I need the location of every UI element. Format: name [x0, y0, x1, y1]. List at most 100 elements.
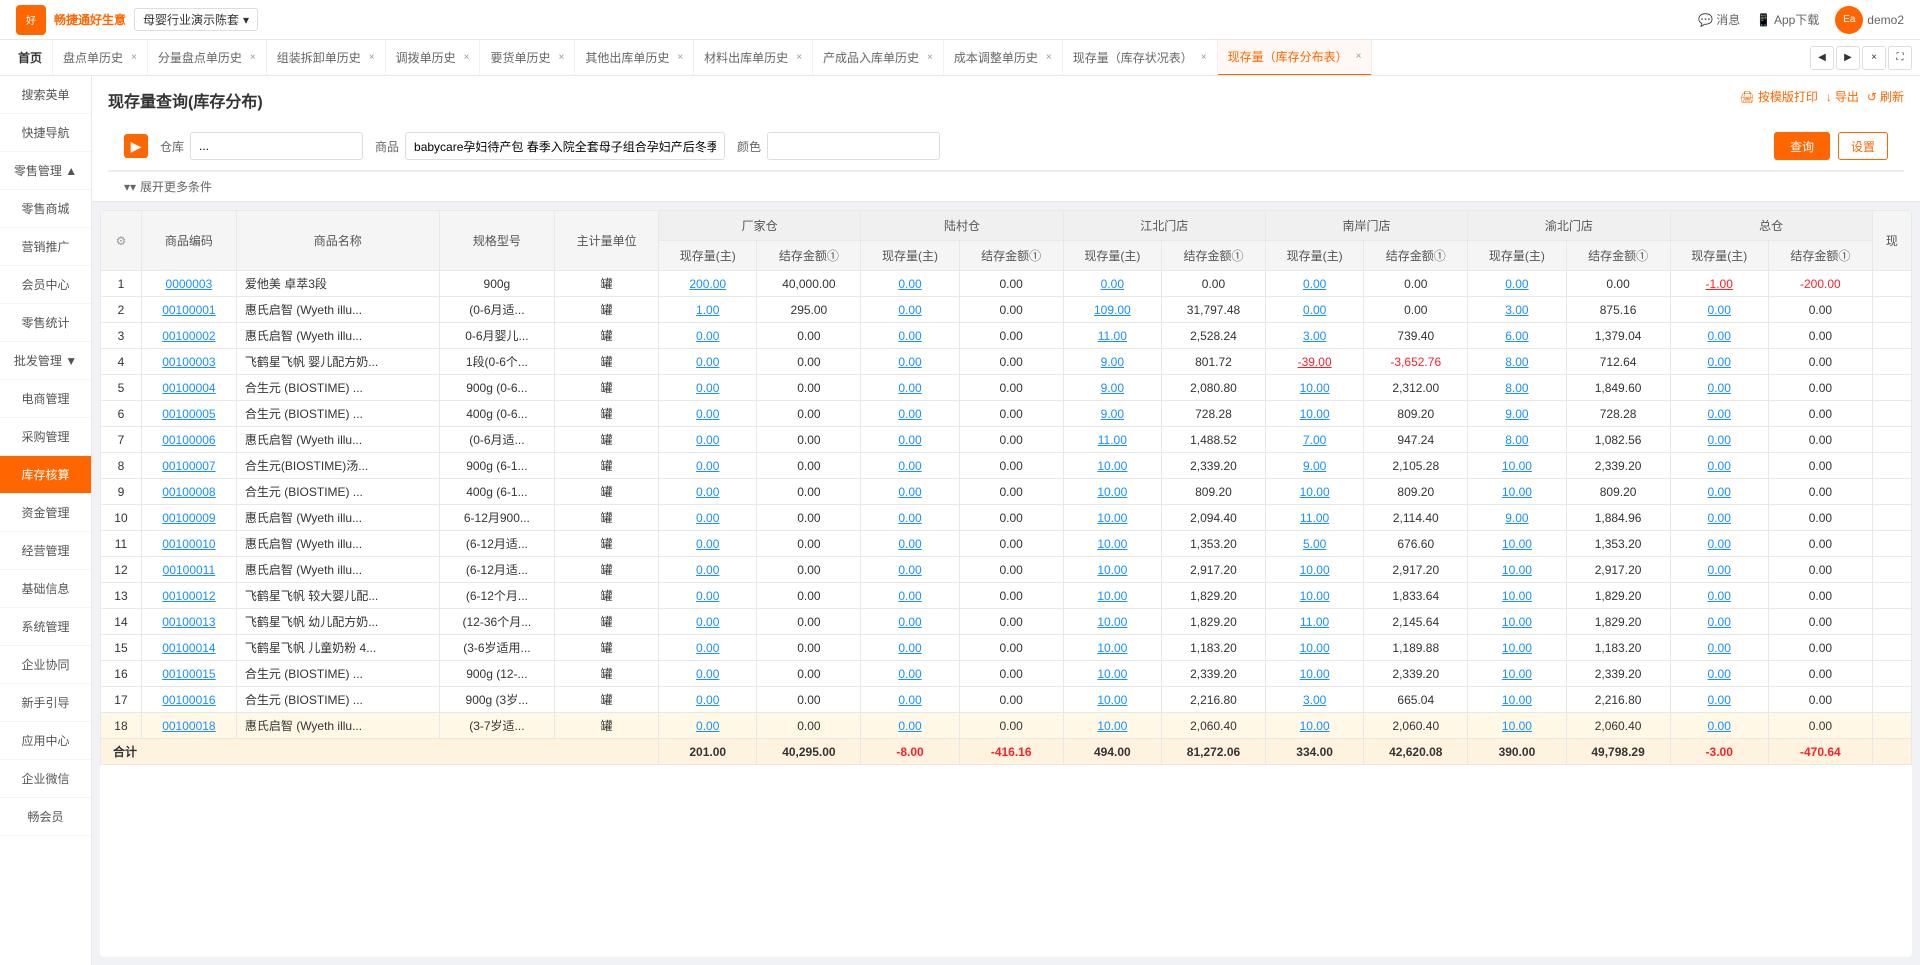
settings-icon[interactable]: ⚙	[116, 234, 127, 248]
tab-other-outbound[interactable]: 其他出库单历史×	[575, 40, 694, 76]
tab-product-inbound[interactable]: 产成品入库单历史×	[813, 40, 944, 76]
cell-lc-qty: 0.00	[861, 427, 959, 453]
sidebar-item-retail-mall[interactable]: 零售商城	[0, 190, 91, 228]
cell-lc-amt: 0.00	[959, 271, 1063, 297]
sidebar-item-guide[interactable]: 新手引导	[0, 684, 91, 722]
tab-transfer[interactable]: 调拨单历史×	[386, 40, 481, 76]
sidebar-item-nav[interactable]: 快捷导航	[0, 114, 91, 152]
cell-yb-qty: 10.00	[1468, 687, 1566, 713]
cell-spec: (6-12月适...	[439, 557, 555, 583]
nav-right-arrow[interactable]: ▶	[1836, 46, 1860, 70]
sidebar-item-system[interactable]: 系统管理	[0, 608, 91, 646]
close-icon[interactable]: ×	[1201, 52, 1207, 63]
cell-lc-amt: 0.00	[959, 661, 1063, 687]
sidebar-item-retail-mgmt[interactable]: 零售管理 ▲	[0, 152, 91, 190]
sidebar-item-purchase[interactable]: 采购管理	[0, 418, 91, 456]
collapse-btn[interactable]: ▶	[124, 134, 148, 158]
store-name: 母婴行业演示陈套	[143, 11, 239, 28]
sidebar-item-member[interactable]: 会员中心	[0, 266, 91, 304]
sidebar-item-basic-info[interactable]: 基础信息	[0, 570, 91, 608]
expand-toggle[interactable]: ▾▾ 展开更多条件	[124, 178, 1888, 195]
sidebar-item-member2[interactable]: 畅会员	[0, 798, 91, 836]
sidebar-item-ecommerce[interactable]: 电商管理	[0, 380, 91, 418]
sidebar-item-finance[interactable]: 资金管理	[0, 494, 91, 532]
tab-home[interactable]: 首页	[8, 40, 53, 76]
print-btn[interactable]: 🖨 按模版打印	[1740, 88, 1818, 105]
th-group-total: 总仓	[1670, 211, 1872, 241]
cell-fc-amt: 0.00	[757, 401, 861, 427]
warehouse-input[interactable]	[190, 132, 363, 160]
cell-lc-qty: 0.00	[861, 505, 959, 531]
close-icon[interactable]: ×	[369, 52, 375, 63]
tab-material-outbound[interactable]: 材料出库单历史×	[694, 40, 813, 76]
sidebar-item-retail-stats[interactable]: 零售统计	[0, 304, 91, 342]
sidebar-item-wechat[interactable]: 企业微信	[0, 760, 91, 798]
cell-jb-qty: 9.00	[1063, 375, 1161, 401]
layout: 搜索英单 快捷导航 零售管理 ▲ 零售商城 营销推广 会员中心 零售统计 批发管…	[0, 76, 1920, 965]
tab-requisition[interactable]: 要货单历史×	[480, 40, 575, 76]
setting-button[interactable]: 设置	[1838, 132, 1888, 160]
close-icon[interactable]: ×	[464, 52, 470, 63]
sidebar-item-operations[interactable]: 经营管理	[0, 532, 91, 570]
goods-input[interactable]	[405, 132, 725, 160]
cell-na-amt: 2,060.40	[1364, 713, 1468, 739]
cell-total-amt: 0.00	[1768, 583, 1872, 609]
cell-na-amt: 2,145.64	[1364, 609, 1468, 635]
user-area[interactable]: Ea demo2	[1835, 6, 1904, 34]
cell-fc-amt: 0.00	[757, 531, 861, 557]
tab-inventory-status[interactable]: 现存量（库存状况表）×	[1063, 40, 1218, 76]
cell-total-qty: 0.00	[1670, 531, 1768, 557]
sidebar-item-marketing[interactable]: 营销推广	[0, 228, 91, 266]
close-icon[interactable]: ×	[1356, 51, 1362, 62]
sidebar-item-search[interactable]: 搜索英单	[0, 76, 91, 114]
close-icon[interactable]: ×	[558, 52, 564, 63]
sidebar-item-app-center[interactable]: 应用中心	[0, 722, 91, 760]
cell-code: 00100015	[141, 661, 236, 687]
tab-inventory-distribution[interactable]: 现存量（库存分布表）×	[1218, 40, 1373, 76]
cell-total-qty: 0.00	[1670, 713, 1768, 739]
cell-na-qty: 10.00	[1265, 583, 1363, 609]
app-download-btn[interactable]: 📱 App下载	[1756, 11, 1819, 28]
cell-jb-qty: 10.00	[1063, 453, 1161, 479]
nav-left-arrow[interactable]: ◀	[1810, 46, 1834, 70]
tab-assemble[interactable]: 组装拆卸单历史×	[267, 40, 386, 76]
close-icon[interactable]: ×	[1046, 52, 1052, 63]
close-icon[interactable]: ×	[131, 52, 137, 63]
nav-close-all[interactable]: ×	[1862, 46, 1886, 70]
color-input[interactable]	[767, 132, 940, 160]
cell-yb-amt: 2,060.40	[1566, 713, 1670, 739]
query-button[interactable]: 查询	[1774, 132, 1830, 160]
cell-na-qty: 9.00	[1265, 453, 1363, 479]
cell-jb-qty: 9.00	[1063, 349, 1161, 375]
cell-spec: 400g (0-6...	[439, 401, 555, 427]
cell-jb-qty: 10.00	[1063, 713, 1161, 739]
cell-unit: 罐	[555, 297, 659, 323]
refresh-btn[interactable]: ↺ 刷新	[1867, 88, 1904, 105]
cell-yb-amt: 0.00	[1566, 271, 1670, 297]
sidebar-item-wholesale-mgmt[interactable]: 批发管理 ▼	[0, 342, 91, 380]
export-btn[interactable]: ↓ 导出	[1826, 88, 1859, 105]
cell-na-amt: 1,189.88	[1364, 635, 1468, 661]
sidebar-item-collaboration[interactable]: 企业协同	[0, 646, 91, 684]
page-header: 现存量查询(库存分布) 🖨 按模版打印 ↓ 导出 ↺ 刷新	[92, 76, 1920, 202]
sidebar-item-inventory[interactable]: 库存核算	[0, 456, 91, 494]
cell-yb-amt: 1,829.20	[1566, 583, 1670, 609]
close-icon[interactable]: ×	[677, 52, 683, 63]
nav-expand[interactable]: ⛶	[1888, 46, 1912, 70]
tab-cost-adjust[interactable]: 成本调整单历史×	[944, 40, 1063, 76]
cell-yb-qty: 8.00	[1468, 375, 1566, 401]
message-btn[interactable]: 💬 消息	[1698, 11, 1740, 28]
close-icon[interactable]: ×	[796, 52, 802, 63]
close-icon[interactable]: ×	[927, 52, 933, 63]
cell-total-qty: 0.00	[1670, 505, 1768, 531]
cell-fc-amt: 0.00	[757, 375, 861, 401]
tab-inventory-check[interactable]: 盘点单历史×	[53, 40, 148, 76]
cell-jb-qty: 10.00	[1063, 479, 1161, 505]
cell-jb-amt: 2,216.80	[1162, 687, 1266, 713]
cell-fc-amt: 0.00	[757, 505, 861, 531]
cell-yb-amt: 2,216.80	[1566, 687, 1670, 713]
cell-cur	[1872, 505, 1911, 531]
close-icon[interactable]: ×	[250, 52, 256, 63]
store-selector[interactable]: 母婴行业演示陈套 ▾	[134, 8, 258, 31]
tab-sub-inventory[interactable]: 分量盘点单历史×	[148, 40, 267, 76]
